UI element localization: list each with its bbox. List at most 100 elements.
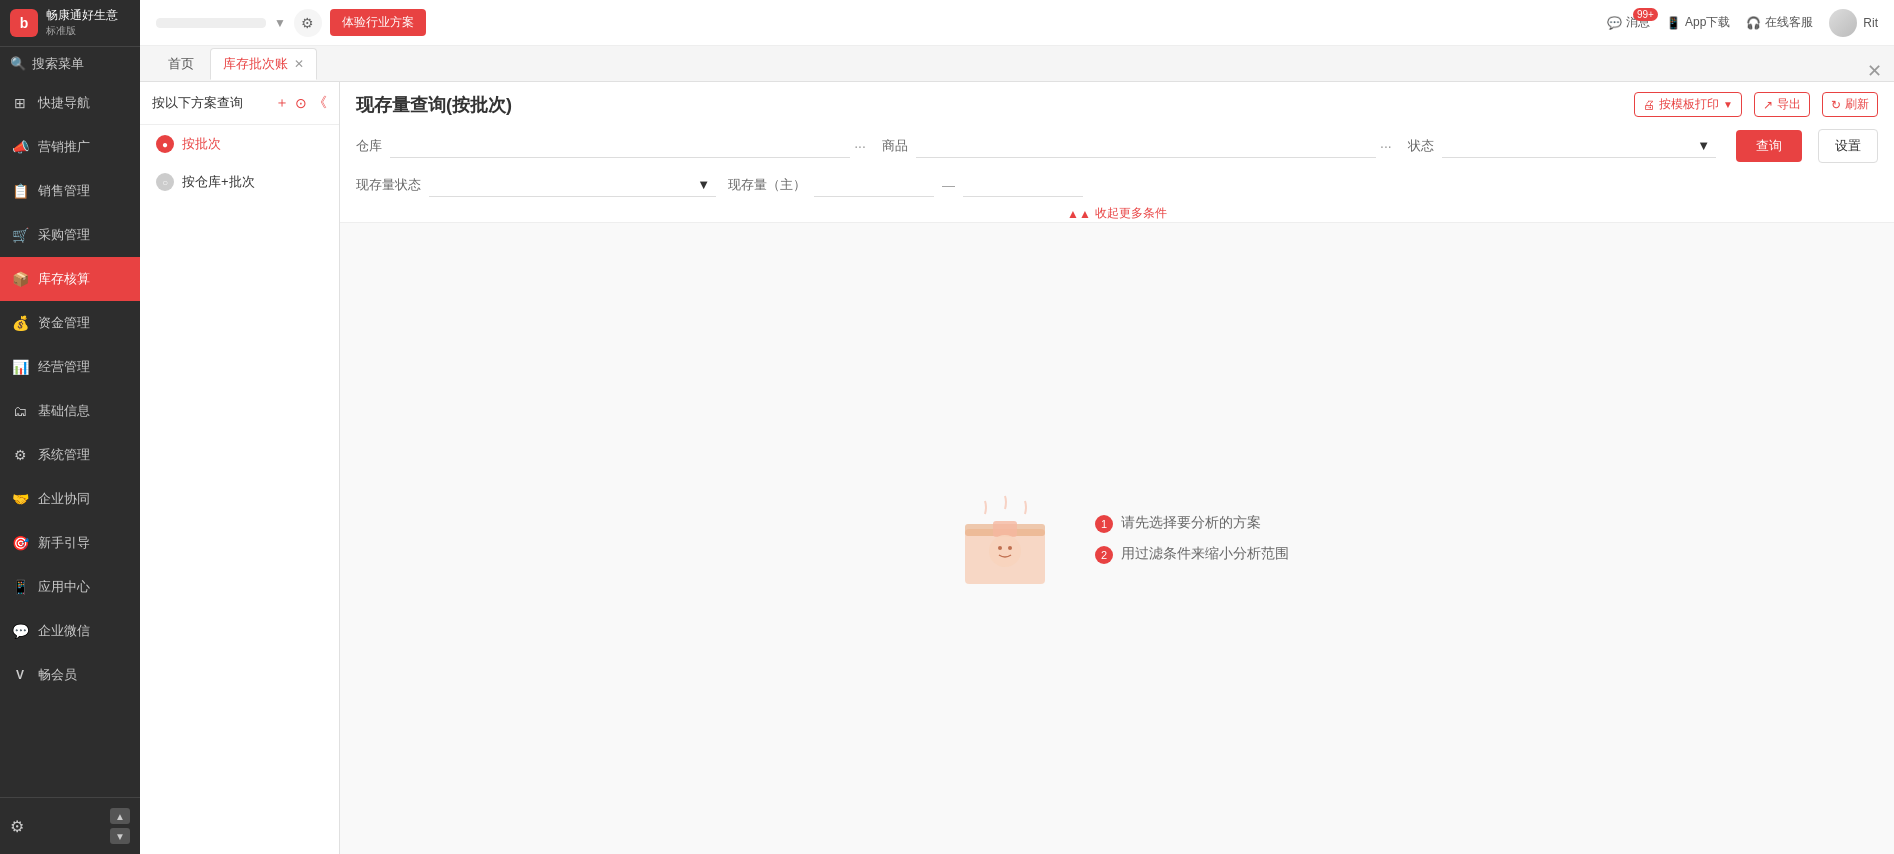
sidebar-item-purchase[interactable]: 🛒 采购管理 (0, 213, 140, 257)
query-title-actions: 🖨 按模板打印 ▼ ↗ 导出 ↻ 刷新 (1634, 92, 1878, 117)
settings-btn[interactable]: 设置 (1818, 129, 1878, 163)
empty-tips: 1 请先选择要分析的方案 2 用过滤条件来缩小分析范围 (1095, 514, 1289, 564)
topbar-left: ▼ ⚙ 体验行业方案 (156, 9, 1597, 37)
online-service-group[interactable]: 🎧 在线客服 (1746, 14, 1813, 31)
inventory-qty-to[interactable] (963, 173, 1083, 197)
product-field: 商品 ··· (882, 134, 1396, 158)
tip-text-2: 用过滤条件来缩小分析范围 (1121, 545, 1289, 563)
sidebar-item-label: 资金管理 (38, 314, 90, 332)
sidebar-item-label: 企业协同 (38, 490, 90, 508)
sidebar-item-label: 企业微信 (38, 622, 90, 640)
filter-settings-icon[interactable]: ⊙ (295, 95, 307, 111)
status-dropdown-arrow: ▼ (1697, 138, 1710, 153)
topbar-gear-button[interactable]: ⚙ (294, 9, 322, 37)
svg-point-3 (989, 535, 1021, 567)
warehouse-input[interactable] (390, 134, 850, 158)
collapse-btn[interactable]: ▲▲ 收起更多条件 (356, 205, 1878, 222)
filter-item-batch-label: 按批次 (182, 135, 221, 153)
newuser-icon: 🎯 (10, 533, 30, 553)
empty-state-icon (945, 479, 1065, 599)
product-more-icon[interactable]: ··· (1376, 138, 1396, 154)
tab-home[interactable]: 首页 (156, 49, 206, 79)
warehouse-more-icon[interactable]: ··· (850, 138, 870, 154)
search-menu-label: 搜索菜单 (32, 55, 84, 73)
inventory-status-select[interactable]: ▼ (429, 173, 716, 197)
refresh-btn[interactable]: ↻ 刷新 (1822, 92, 1878, 117)
sidebar-scroll-up[interactable]: ▲ (110, 808, 130, 824)
tabbar: 首页 库存批次账 ✕ ✕ (140, 46, 1894, 82)
sidebar-item-marketing[interactable]: 📣 营销推广 (0, 125, 140, 169)
sidebar-item-member[interactable]: V 畅会员 (0, 653, 140, 697)
page-title-text: 现存量查询(按批次) (356, 93, 512, 117)
sidebar-nav: ⊞ 快捷导航 📣 营销推广 📋 销售管理 🛒 采购管理 📦 库存核算 💰 资金管… (0, 81, 140, 797)
topbar: ▼ ⚙ 体验行业方案 💬 消息 99+ 📱 App下载 🎧 在线客服 Rit (140, 0, 1894, 46)
status-field: 状态 ▼ (1408, 134, 1716, 158)
main-area: ▼ ⚙ 体验行业方案 💬 消息 99+ 📱 App下载 🎧 在线客服 Rit (140, 0, 1894, 854)
sidebar-item-sales[interactable]: 📋 销售管理 (0, 169, 140, 213)
sidebar-item-collab[interactable]: 🤝 企业协同 (0, 477, 140, 521)
global-close-btn[interactable]: ✕ (1855, 60, 1894, 82)
filter-item-warehouse-batch[interactable]: ○ 按仓库+批次 (140, 163, 339, 201)
sidebar-item-shortcut[interactable]: ⊞ 快捷导航 (0, 81, 140, 125)
sidebar-scroll-down[interactable]: ▼ (110, 828, 130, 844)
tab-close-icon[interactable]: ✕ (294, 58, 304, 70)
print-dropdown-arrow[interactable]: ▼ (1723, 99, 1733, 110)
app-download-group[interactable]: 📱 App下载 (1666, 14, 1730, 31)
sidebar-item-label: 经营管理 (38, 358, 90, 376)
user-area[interactable]: Rit (1829, 9, 1878, 37)
topbar-dropdown-arrow[interactable]: ▼ (274, 16, 286, 30)
inventory-status-dropdown-arrow: ▼ (697, 177, 710, 192)
sidebar-item-label: 快捷导航 (38, 94, 90, 112)
warehouse-field: 仓库 ··· (356, 134, 870, 158)
sidebar-item-basics[interactable]: 🗂 基础信息 (0, 389, 140, 433)
empty-tip-2: 2 用过滤条件来缩小分析范围 (1095, 545, 1289, 564)
phone-icon: 📱 (1666, 16, 1681, 30)
search-menu[interactable]: 🔍 搜索菜单 (0, 47, 140, 81)
sidebar-item-finance[interactable]: 💰 资金管理 (0, 301, 140, 345)
sidebar-item-appcenter[interactable]: 📱 应用中心 (0, 565, 140, 609)
right-panel: 现存量查询(按批次) 🖨 按模板打印 ▼ ↗ 导出 ↻ (340, 82, 1894, 854)
sidebar-item-operations[interactable]: 📊 经营管理 (0, 345, 140, 389)
filter-item-batch[interactable]: ● 按批次 (140, 125, 339, 163)
topbar-search-box (156, 18, 266, 28)
warehouse-label: 仓库 (356, 137, 382, 155)
filter-add-icon[interactable]: ＋ (275, 94, 289, 112)
inventory-status-field: 现存量状态 ▼ (356, 173, 716, 197)
refresh-btn-label: 刷新 (1845, 96, 1869, 113)
sidebar-item-label: 销售管理 (38, 182, 90, 200)
inventory-icon: 📦 (10, 269, 30, 289)
headset-icon: 🎧 (1746, 16, 1761, 30)
sidebar-item-system[interactable]: ⚙ 系统管理 (0, 433, 140, 477)
user-name: Rit (1863, 16, 1878, 30)
print-btn[interactable]: 🖨 按模板打印 ▼ (1634, 92, 1742, 117)
edition-label: 标准版 (46, 24, 118, 38)
status-label: 状态 (1408, 137, 1434, 155)
tab-inventory-batch[interactable]: 库存批次账 ✕ (210, 48, 317, 80)
search-icon: 🔍 (10, 56, 26, 71)
company-name: 畅康通好生意 (46, 8, 118, 24)
shortcut-icon: ⊞ (10, 93, 30, 113)
sidebar-item-inventory[interactable]: 📦 库存核算 (0, 257, 140, 301)
sidebar-item-newuser[interactable]: 🎯 新手引导 (0, 521, 140, 565)
member-icon: V (10, 665, 30, 685)
status-select[interactable]: ▼ (1442, 134, 1716, 158)
sidebar-item-label: 新手引导 (38, 534, 90, 552)
collapse-up-icon: ▲▲ (1067, 207, 1091, 221)
product-input[interactable] (916, 134, 1376, 158)
inventory-qty-label: 现存量（主） (728, 176, 806, 194)
topbar-right: 💬 消息 99+ 📱 App下载 🎧 在线客服 Rit (1607, 9, 1878, 37)
query-btn[interactable]: 查询 (1736, 130, 1802, 162)
inventory-qty-from[interactable] (814, 173, 934, 197)
online-service-label: 在线客服 (1765, 14, 1813, 31)
system-icon: ⚙ (10, 445, 30, 465)
purchase-icon: 🛒 (10, 225, 30, 245)
footer-settings-icon[interactable]: ⚙ (10, 817, 24, 836)
sidebar-item-wechat[interactable]: 💬 企业微信 (0, 609, 140, 653)
filter-collapse-icon[interactable]: 《 (313, 94, 327, 112)
sidebar-header: b 畅康通好生意 标准版 (0, 0, 140, 47)
inventory-qty-dash: — (934, 178, 963, 193)
experience-btn[interactable]: 体验行业方案 (330, 9, 426, 36)
export-btn[interactable]: ↗ 导出 (1754, 92, 1810, 117)
message-icon-group[interactable]: 💬 消息 99+ (1607, 14, 1650, 31)
wechat-icon: 💬 (10, 621, 30, 641)
